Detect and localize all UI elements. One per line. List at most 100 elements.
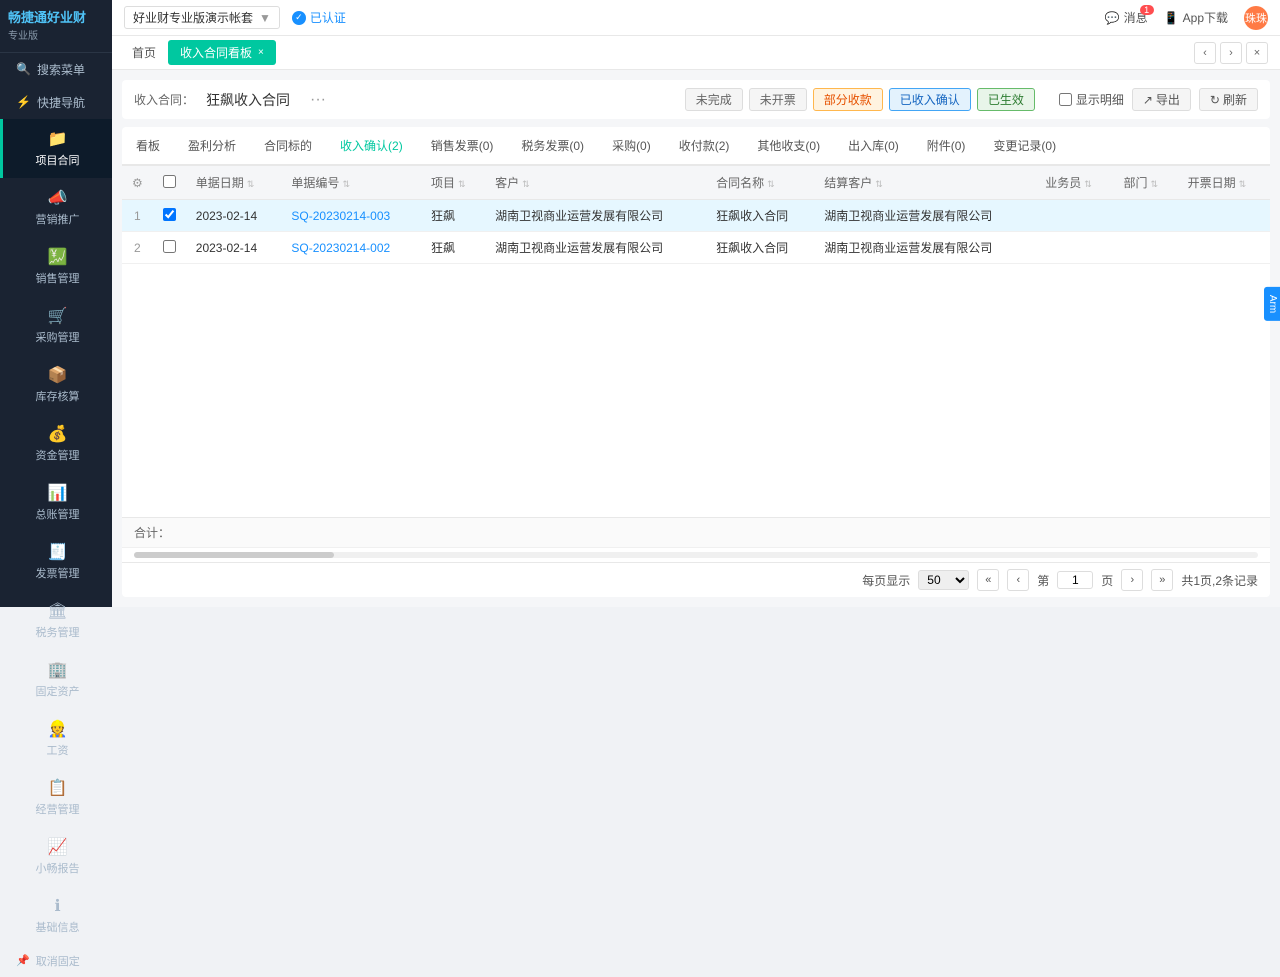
main-tab-10[interactable]: 附件(0) (913, 127, 980, 166)
page-prev-button[interactable]: ‹ (1007, 569, 1029, 591)
sidebar-item-12[interactable]: 📈小畅报告 (0, 827, 112, 886)
sidebar-item-11[interactable]: 📋经营管理 (0, 768, 112, 827)
show-detail-checkbox[interactable]: 显示明细 (1059, 91, 1124, 108)
sidebar-item-4[interactable]: 📦库存核算 (0, 355, 112, 414)
project-sort-icon[interactable]: ⇅ (458, 179, 466, 189)
row-project-0: 狂飙 (421, 200, 485, 232)
row-num-1: 2 (122, 232, 153, 264)
page-size-select[interactable]: 50 20 100 (918, 570, 969, 590)
contract-header: 收入合同： 狂飙收入合同 ··· 未完成 未开票 部分收款 已收入确认 已生效 … (122, 80, 1270, 119)
message-button[interactable]: 💬 消息 1 (1105, 9, 1148, 26)
sidebar-item-0[interactable]: 📁项目合同 (0, 119, 112, 178)
sidebar-item-5[interactable]: 💰资金管理 (0, 414, 112, 473)
main-tab-3[interactable]: 收入确认(2) (326, 127, 417, 166)
tab-home[interactable]: 首页 (124, 40, 164, 65)
tabs-and-table: 看板盈利分析合同标的收入确认(2)销售发票(0)税务发票(0)采购(0)收付款(… (122, 127, 1270, 597)
customer-sort-icon[interactable]: ⇅ (522, 179, 530, 189)
tab-prev-button[interactable]: ‹ (1194, 42, 1216, 64)
row-salesperson-0 (1035, 200, 1113, 232)
sidebar-quick-nav[interactable]: ⚡ 快捷导航 (0, 86, 112, 119)
invoice-date-sort-icon[interactable]: ⇅ (1239, 179, 1247, 189)
status-incomplete[interactable]: 未完成 (685, 88, 743, 111)
refresh-label: 刷新 (1223, 91, 1247, 108)
sidebar-item-2[interactable]: 💹销售管理 (0, 237, 112, 296)
sidebar-item-icon-10: 👷 (48, 719, 68, 739)
export-icon: ↗ (1143, 93, 1153, 107)
company-selector[interactable]: 好业财专业版演示帐套 ▼ (124, 6, 280, 29)
sidebar-item-icon-12: 📈 (48, 837, 68, 857)
project-col-header: 项目⇅ (421, 166, 485, 200)
main-tab-7[interactable]: 收付款(2) (665, 127, 744, 166)
user-avatar[interactable]: 珠珠 (1244, 6, 1268, 30)
main-tab-8[interactable]: 其他收支(0) (743, 127, 834, 166)
avatar-circle: 珠珠 (1244, 6, 1268, 30)
avatar-text: 珠珠 (1245, 10, 1267, 26)
tab-close-icon[interactable]: × (258, 47, 264, 58)
tab-contract-board[interactable]: 收入合同看板 × (168, 40, 276, 65)
table-footer: 合计： (122, 517, 1270, 547)
sidebar-item-6[interactable]: 📊总账管理 (0, 473, 112, 532)
status-effective[interactable]: 已生效 (977, 88, 1035, 111)
tab-close-all-button[interactable]: × (1246, 42, 1268, 64)
row-checkbox-1[interactable] (153, 232, 186, 264)
row-number-link-1[interactable]: SQ-20230214-002 (291, 241, 390, 255)
sidebar-item-9[interactable]: 🏢固定资产 (0, 650, 112, 709)
main-tab-4[interactable]: 销售发票(0) (417, 127, 508, 166)
row-billing-0: 湖南卫视商业运营发展有限公司 (814, 200, 1035, 232)
row-number-link-0[interactable]: SQ-20230214-003 (291, 209, 390, 223)
main-tab-6[interactable]: 采购(0) (598, 127, 665, 166)
sidebar-item-3[interactable]: 🛒采购管理 (0, 296, 112, 355)
status-confirmed[interactable]: 已收入确认 (889, 88, 971, 111)
sidebar-search[interactable]: 🔍 搜索菜单 (0, 53, 112, 86)
status-uninvoiced[interactable]: 未开票 (749, 88, 807, 111)
main-tab-5[interactable]: 税务发票(0) (507, 127, 598, 166)
total-label: 合计： (134, 524, 170, 541)
sidebar-item-7[interactable]: 🧾发票管理 (0, 532, 112, 591)
chevron-down-icon: ▼ (259, 11, 271, 25)
refresh-button[interactable]: ↻ 刷新 (1199, 88, 1258, 111)
billing-sort-icon[interactable]: ⇅ (875, 179, 883, 189)
tab-next-button[interactable]: › (1220, 42, 1242, 64)
contract-col-header: 合同名称⇅ (706, 166, 814, 200)
dept-sort-icon[interactable]: ⇅ (1150, 179, 1158, 189)
page-next-button[interactable]: › (1121, 569, 1143, 591)
main-tab-0[interactable]: 看板 (122, 127, 174, 166)
select-all-checkbox[interactable] (163, 175, 176, 188)
sidebar-item-1[interactable]: 📣营销推广 (0, 178, 112, 237)
page-last-button[interactable]: » (1151, 569, 1173, 591)
date-sort-icon[interactable]: ⇅ (247, 179, 255, 189)
show-detail-input[interactable] (1059, 93, 1072, 106)
row-checkbox-0[interactable] (153, 200, 186, 232)
show-detail-label: 显示明细 (1076, 91, 1124, 108)
more-button[interactable]: ··· (310, 91, 326, 109)
right-sidebar-button[interactable]: Arm (1264, 286, 1280, 320)
salesperson-sort-icon[interactable]: ⇅ (1084, 179, 1092, 189)
sidebar-item-8[interactable]: 🏛税务管理 (0, 591, 112, 650)
number-col-label: 单据编号 (291, 176, 339, 190)
number-sort-icon[interactable]: ⇅ (342, 179, 350, 189)
row-number-0[interactable]: SQ-20230214-003 (281, 200, 421, 232)
page-first-button[interactable]: « (977, 569, 999, 591)
status-partial[interactable]: 部分收款 (813, 88, 883, 111)
sidebar-item-13[interactable]: ℹ基础信息 (0, 886, 112, 945)
settings-col-header: ⚙ (122, 166, 153, 200)
sidebar-unpin[interactable]: 📌 取消固定 (0, 945, 112, 977)
scroll-thumb[interactable] (134, 552, 334, 558)
sidebar-item-10[interactable]: 👷工资 (0, 709, 112, 768)
horizontal-scrollbar[interactable] (122, 547, 1270, 562)
contract-sort-icon[interactable]: ⇅ (767, 179, 775, 189)
main-tab-9[interactable]: 出入库(0) (834, 127, 913, 166)
row-number-1[interactable]: SQ-20230214-002 (281, 232, 421, 264)
page-input[interactable] (1057, 571, 1093, 589)
settings-icon[interactable]: ⚙ (132, 176, 143, 190)
main-tab-2[interactable]: 合同标的 (250, 127, 326, 166)
main-tab-11[interactable]: 变更记录(0) (979, 127, 1070, 166)
tab-bar: 首页 收入合同看板 × ‹ › × (112, 36, 1280, 70)
sidebar-item-label-7: 发票管理 (36, 565, 80, 581)
app-download-button[interactable]: 📱 App下载 (1164, 9, 1228, 26)
export-button[interactable]: ↗ 导出 (1132, 88, 1191, 111)
sidebar-item-label-1: 营销推广 (36, 211, 80, 227)
main-tab-1[interactable]: 盈利分析 (174, 127, 250, 166)
sidebar-item-label-0: 项目合同 (36, 152, 80, 168)
search-icon: 🔍 (16, 62, 31, 76)
